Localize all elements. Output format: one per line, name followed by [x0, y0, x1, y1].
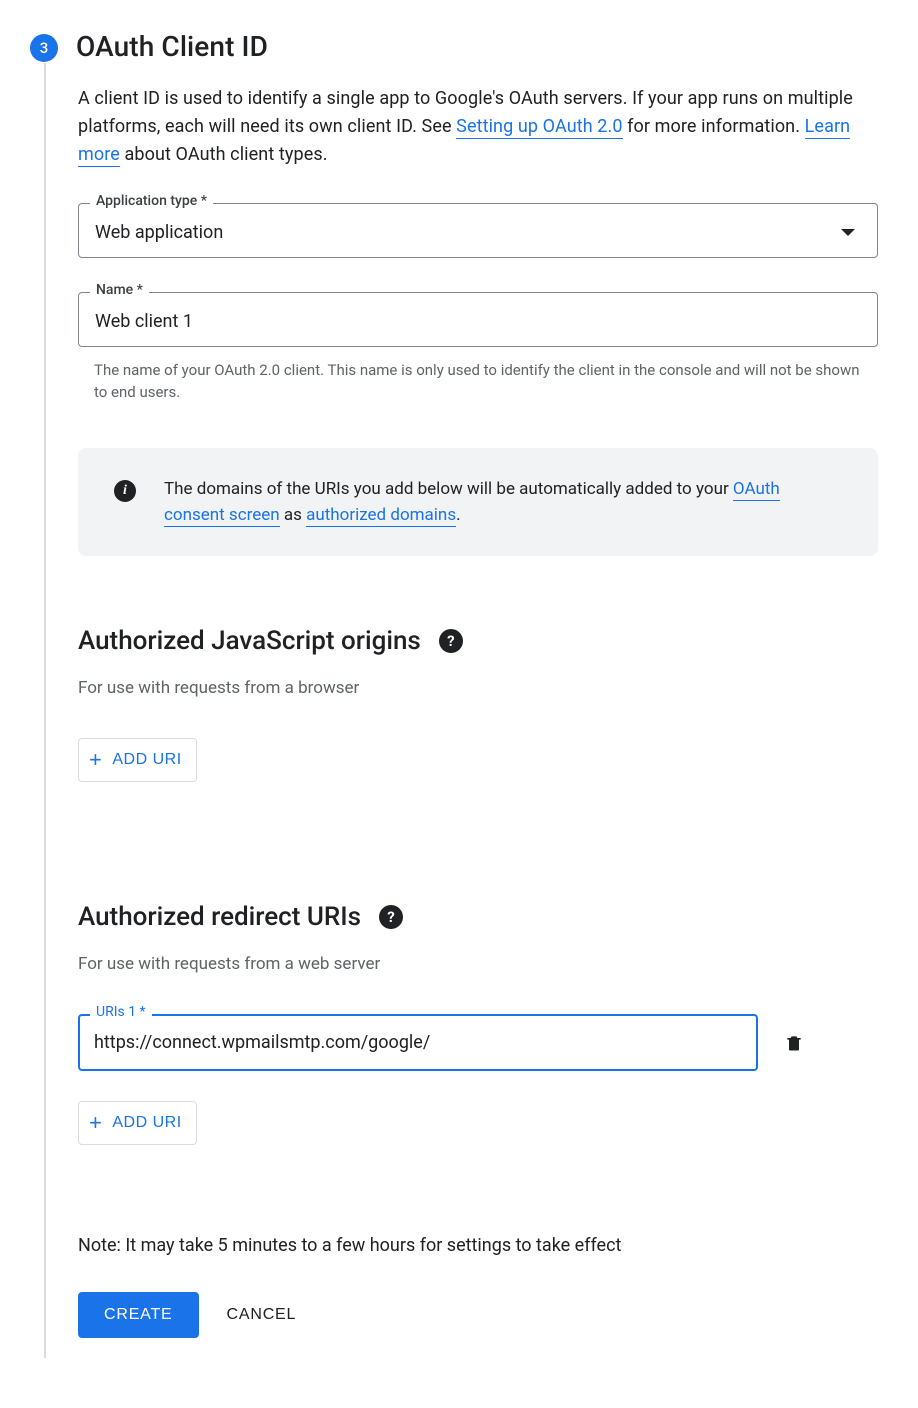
help-icon[interactable]: ? — [439, 629, 463, 653]
info-text-3: . — [456, 505, 460, 525]
js-origins-title: Authorized JavaScript origins — [78, 626, 421, 656]
intro-text: A client ID is used to identify a single… — [78, 85, 878, 169]
name-label: Name * — [90, 282, 149, 298]
redirect-uri-input[interactable] — [78, 1014, 758, 1071]
info-banner: i The domains of the URIs you add below … — [78, 448, 878, 557]
add-js-origin-button[interactable]: + ADD URI — [78, 738, 197, 782]
setup-oauth-link[interactable]: Setting up OAuth 2.0 — [456, 116, 622, 139]
intro-text-2: for more information. — [623, 116, 805, 137]
create-button[interactable]: CREATE — [78, 1292, 199, 1338]
add-redirect-uri-button[interactable]: + ADD URI — [78, 1101, 197, 1145]
info-text-2: as — [280, 505, 306, 525]
chevron-down-icon — [841, 229, 855, 236]
name-helper-text: The name of your OAuth 2.0 client. This … — [78, 359, 878, 404]
authorized-domains-link[interactable]: authorized domains — [306, 505, 456, 527]
info-icon: i — [114, 480, 136, 502]
application-type-value: Web application — [95, 222, 223, 243]
js-origins-sub: For use with requests from a browser — [78, 678, 878, 698]
trash-icon[interactable] — [784, 1032, 804, 1054]
redirect-uris-title: Authorized redirect URIs — [78, 902, 361, 932]
note-text: Note: It may take 5 minutes to a few hou… — [78, 1235, 878, 1256]
application-type-field[interactable]: Application type * Web application — [78, 203, 878, 258]
info-text-1: The domains of the URIs you add below wi… — [164, 479, 733, 499]
name-input[interactable] — [78, 292, 878, 347]
plus-icon: + — [89, 749, 102, 771]
add-js-origin-label: ADD URI — [112, 751, 181, 769]
redirect-uri-label: URIs 1 * — [90, 1004, 152, 1020]
cancel-button[interactable]: CANCEL — [227, 1306, 297, 1324]
application-type-label: Application type * — [90, 193, 213, 209]
help-icon[interactable]: ? — [379, 905, 403, 929]
add-redirect-uri-label: ADD URI — [112, 1114, 181, 1132]
intro-text-3: about OAuth client types. — [120, 144, 328, 165]
plus-icon: + — [89, 1112, 102, 1134]
page-title: OAuth Client ID — [76, 30, 268, 63]
redirect-uris-sub: For use with requests from a web server — [78, 954, 878, 974]
step-number-badge: 3 — [30, 34, 58, 62]
name-field-wrap: Name * — [78, 292, 878, 347]
